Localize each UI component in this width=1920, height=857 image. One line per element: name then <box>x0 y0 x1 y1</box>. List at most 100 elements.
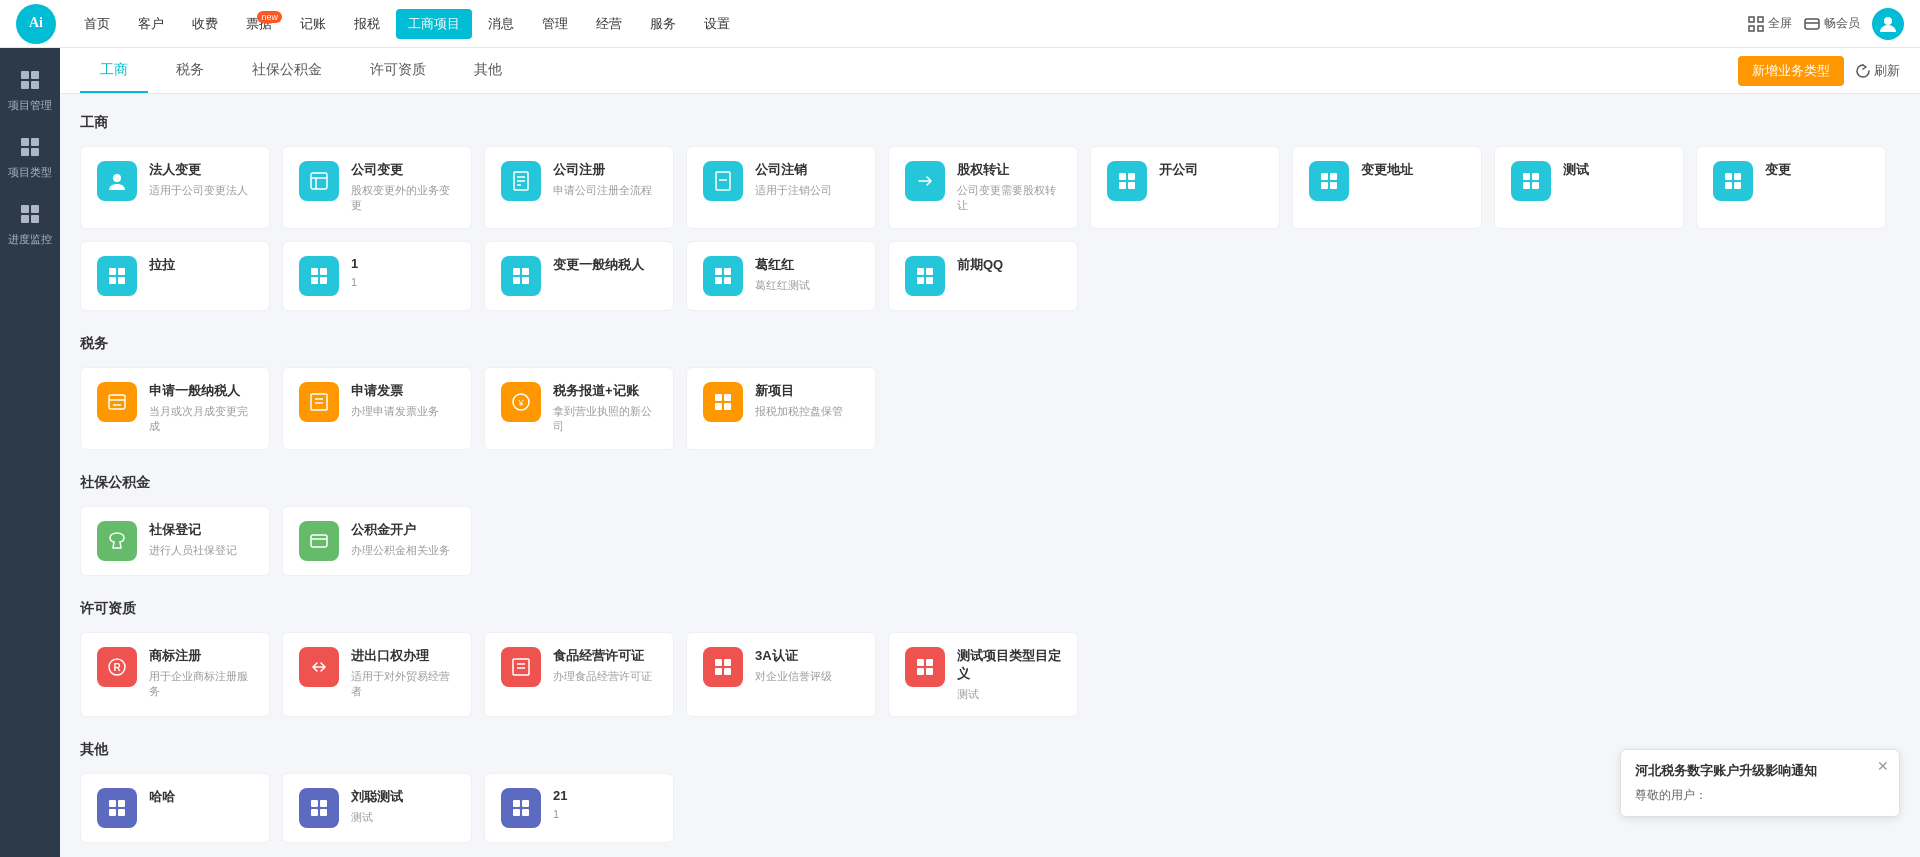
card-guquan-zhuanrang[interactable]: 股权转让 公司变更需要股权转让 <box>888 146 1078 229</box>
nav-industry[interactable]: 工商项目 <box>396 9 472 39</box>
svg-rect-99 <box>320 800 327 807</box>
tab-gongshang[interactable]: 工商 <box>80 49 148 93</box>
card-shenqing-fapiao[interactable]: 申请发票 办理申请发票业务 <box>282 367 472 450</box>
card-21[interactable]: 21 1 <box>484 773 674 843</box>
notification-body: 尊敬的用户： <box>1635 786 1885 804</box>
nav-manage[interactable]: 管理 <box>530 9 580 39</box>
card-title: 申请发票 <box>351 382 455 400</box>
svg-rect-51 <box>311 268 318 275</box>
svg-rect-11 <box>21 81 29 89</box>
avatar[interactable] <box>1872 8 1904 40</box>
svg-rect-39 <box>1523 173 1530 180</box>
svg-rect-88 <box>715 668 722 675</box>
card-faren-biangeng[interactable]: 法人变更 适用于公司变更法人 <box>80 146 270 229</box>
card-ceshi-leixing[interactable]: 测试项目类型目定义 测试 <box>888 632 1078 717</box>
member-icon <box>1804 16 1820 32</box>
nav-client[interactable]: 客户 <box>126 9 176 39</box>
card-title: 新项目 <box>755 382 859 400</box>
card-desc: 办理食品经营许可证 <box>553 669 657 684</box>
tab-shuiwu[interactable]: 税务 <box>156 49 224 93</box>
card-gongsi-zhuce[interactable]: 公司注册 申请公司注册全流程 <box>484 146 674 229</box>
card-icon <box>501 788 541 828</box>
card-gongjijin-kaihu[interactable]: 公积金开户 办理公积金相关业务 <box>282 506 472 576</box>
fullscreen-button[interactable]: 全屏 <box>1748 15 1792 32</box>
refresh-button[interactable]: 刷新 <box>1856 62 1900 80</box>
svg-rect-6 <box>1805 19 1819 29</box>
svg-rect-18 <box>31 205 39 213</box>
sidebar-item-progress-monitor[interactable]: 进度监控 <box>0 190 60 257</box>
svg-rect-34 <box>1128 182 1135 189</box>
card-shangbiao-zhuce[interactable]: R 商标注册 用于企业商标注册服务 <box>80 632 270 717</box>
card-icon <box>703 161 743 201</box>
tab-xuke[interactable]: 许可资质 <box>350 49 446 93</box>
card-shebao-dengji[interactable]: 社保登记 进行人员社保登记 <box>80 506 270 576</box>
svg-rect-33 <box>1119 182 1126 189</box>
card-gehonghong[interactable]: 葛红红 葛红红测试 <box>686 241 876 311</box>
card-qianqi-qq[interactable]: 前期QQ <box>888 241 1078 311</box>
svg-rect-93 <box>926 668 933 675</box>
svg-rect-35 <box>1321 173 1328 180</box>
card-icon: R <box>97 647 137 687</box>
tab-shebao[interactable]: 社保公积金 <box>232 49 342 93</box>
card-title: 税务报道+记账 <box>553 382 657 400</box>
svg-rect-76 <box>724 394 731 401</box>
nav-message[interactable]: 消息 <box>476 9 526 39</box>
svg-rect-97 <box>118 809 125 816</box>
tab-qita[interactable]: 其他 <box>454 49 522 93</box>
section-shebao: 社保公积金 社保登记 进行人员社保登记 公积金开户 <box>80 474 1900 576</box>
card-icon <box>703 256 743 296</box>
card-liucong-ceshi[interactable]: 刘聪测试 测试 <box>282 773 472 843</box>
card-icon <box>905 647 945 687</box>
nav-bookkeeping[interactable]: 记账 <box>288 9 338 39</box>
card-shipin-xuke[interactable]: 食品经营许可证 办理食品经营许可证 <box>484 632 674 717</box>
notification-close-button[interactable]: ✕ <box>1877 758 1889 774</box>
card-title: 股权转让 <box>957 161 1061 179</box>
card-jinchukou[interactable]: 进出口权办理 适用于对外贸易经营者 <box>282 632 472 717</box>
card-icon: ¥ <box>501 382 541 422</box>
nav-right: 全屏 畅会员 <box>1748 8 1904 40</box>
new-type-button[interactable]: 新增业务类型 <box>1738 56 1844 86</box>
svg-rect-96 <box>109 809 116 816</box>
nav-operation[interactable]: 经营 <box>584 9 634 39</box>
card-shuiwu-baodao[interactable]: ¥ 税务报道+记账 拿到营业执照的新公司 <box>484 367 674 450</box>
nav-tax[interactable]: 报税 <box>342 9 392 39</box>
card-biangeng2[interactable]: 变更 <box>1696 146 1886 229</box>
card-gongsi-biangeng[interactable]: 公司变更 股权变更外的业务变更 <box>282 146 472 229</box>
card-title: 变更一般纳税人 <box>553 256 657 274</box>
sidebar: 项目管理 项目类型 进度监控 <box>0 48 60 857</box>
notification-title: 河北税务数字账户升级影响通知 <box>1635 762 1885 780</box>
svg-rect-60 <box>724 268 731 275</box>
card-3a-renzheng[interactable]: 3A认证 对企业信誉评级 <box>686 632 876 717</box>
nav-service[interactable]: 服务 <box>638 9 688 39</box>
card-haha[interactable]: 哈哈 <box>80 773 270 843</box>
svg-rect-43 <box>1725 173 1732 180</box>
card-ceshi[interactable]: 测试 <box>1494 146 1684 229</box>
nav-settings[interactable]: 设置 <box>692 9 742 39</box>
card-biangeng-yibannashuiren[interactable]: 变更一般纳税人 <box>484 241 674 311</box>
card-biangeng-dizhi[interactable]: 变更地址 <box>1292 146 1482 229</box>
svg-rect-13 <box>21 138 29 146</box>
member-button[interactable]: 畅会员 <box>1804 15 1860 32</box>
card-icon <box>97 788 137 828</box>
card-shenqing-yibannashuiren[interactable]: 申请一般纳税人 当月或次月成变更完成 <box>80 367 270 450</box>
card-gongsi-zhuxiao[interactable]: 公司注销 适用于注销公司 <box>686 146 876 229</box>
sidebar-item-project-type[interactable]: 项目类型 <box>0 123 60 190</box>
card-desc: 办理申请发票业务 <box>351 404 455 419</box>
nav-invoice[interactable]: 票据 new <box>234 9 284 39</box>
svg-rect-49 <box>109 277 116 284</box>
card-title: 公积金开户 <box>351 521 455 539</box>
card-title: 公司注册 <box>553 161 657 179</box>
card-xin-xiangmu[interactable]: 新项目 报税加税控盘保管 <box>686 367 876 450</box>
svg-rect-105 <box>522 809 529 816</box>
card-desc: 1 <box>553 807 657 822</box>
svg-rect-94 <box>109 800 116 807</box>
nav-fee[interactable]: 收费 <box>180 9 230 39</box>
card-1[interactable]: 1 1 <box>282 241 472 311</box>
logo[interactable]: Ai <box>16 4 56 44</box>
sidebar-item-project-manage[interactable]: 项目管理 <box>0 56 60 123</box>
svg-text:R: R <box>113 662 121 673</box>
card-lala[interactable]: 拉拉 <box>80 241 270 311</box>
card-kai-gongsi[interactable]: 开公司 <box>1090 146 1280 229</box>
nav-home[interactable]: 首页 <box>72 9 122 39</box>
svg-rect-52 <box>320 268 327 275</box>
